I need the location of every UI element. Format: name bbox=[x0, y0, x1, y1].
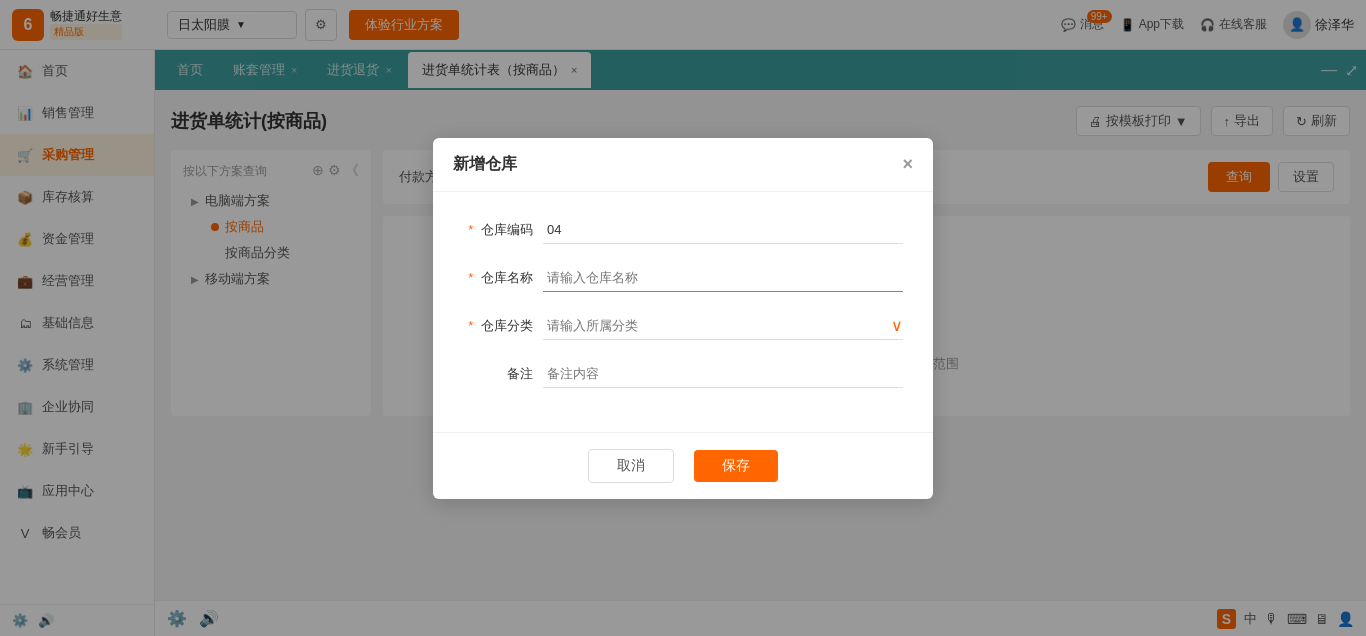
modal-close-icon[interactable]: × bbox=[902, 154, 913, 175]
modal-add-warehouse: 新增仓库 × * 仓库编码 * 仓库名称 bbox=[433, 138, 933, 499]
save-button[interactable]: 保存 bbox=[694, 450, 778, 482]
warehouse-code-input[interactable] bbox=[543, 216, 903, 244]
category-select-wrap[interactable]: ∨ bbox=[543, 312, 903, 340]
field-warehouse-name: * 仓库名称 bbox=[463, 264, 903, 292]
modal-footer: 取消 保存 bbox=[433, 432, 933, 499]
modal-title: 新增仓库 bbox=[453, 154, 517, 175]
modal-overlay[interactable]: 新增仓库 × * 仓库编码 * 仓库名称 bbox=[0, 0, 1366, 636]
chevron-down-select-icon: ∨ bbox=[891, 316, 903, 335]
field-category-label: * 仓库分类 bbox=[463, 317, 543, 335]
warehouse-name-input[interactable] bbox=[543, 264, 903, 292]
cancel-button[interactable]: 取消 bbox=[588, 449, 674, 483]
modal-body: * 仓库编码 * 仓库名称 * 仓库分类 bbox=[433, 192, 933, 432]
modal-header: 新增仓库 × bbox=[433, 138, 933, 192]
field-warehouse-category: * 仓库分类 ∨ bbox=[463, 312, 903, 340]
field-code-label: * 仓库编码 bbox=[463, 221, 543, 239]
category-input[interactable] bbox=[543, 312, 891, 339]
field-name-label: * 仓库名称 bbox=[463, 269, 543, 287]
field-remark: * 备注 bbox=[463, 360, 903, 388]
field-remark-label: * 备注 bbox=[463, 365, 543, 383]
remark-input[interactable] bbox=[543, 360, 903, 388]
field-warehouse-code: * 仓库编码 bbox=[463, 216, 903, 244]
